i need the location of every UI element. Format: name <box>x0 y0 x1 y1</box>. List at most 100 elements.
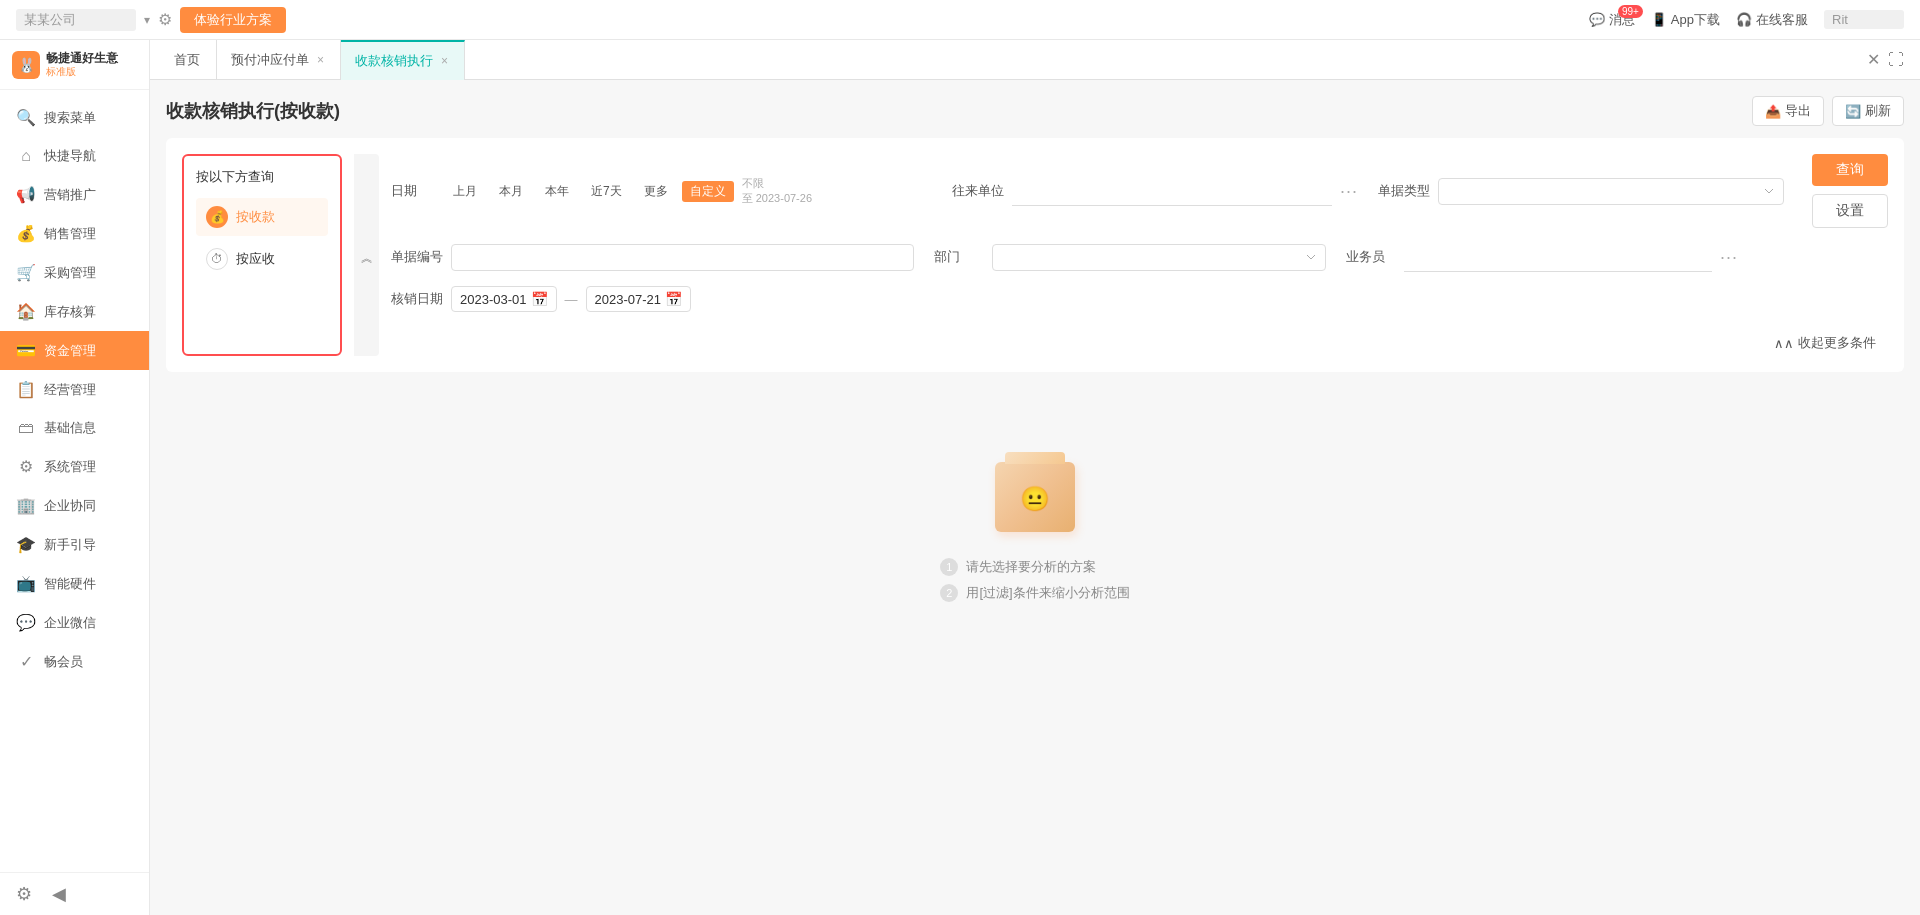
writeoff-date-range: 2023-03-01 📅 — 2023-07-21 📅 <box>451 286 691 312</box>
filter-panel: 按以下方查询 💰 按收款 ⏱ 按应收 《 <box>166 138 1904 372</box>
empty-face-icon: 😐 <box>1020 485 1050 513</box>
sidebar: 🐰 畅捷通好生意 标准版 🔍 搜索菜单 ⌂ 快捷导航 📢 营销推广 💰 <box>0 40 150 915</box>
sidebar-item-label: 经营管理 <box>44 381 96 399</box>
date-btn-7days[interactable]: 近7天 <box>583 180 630 203</box>
filter-option-receipt[interactable]: 💰 按收款 <box>196 198 328 236</box>
inventory-icon: 🏠 <box>16 302 36 321</box>
export-button[interactable]: 📤 导出 <box>1752 96 1824 126</box>
sidebar-item-search[interactable]: 🔍 搜索菜单 <box>0 98 149 137</box>
member-icon: ✓ <box>16 652 36 671</box>
sidebar-item-label: 资金管理 <box>44 342 96 360</box>
date-label: 日期 <box>391 182 441 200</box>
collapse-more-button[interactable]: ∧∧ 收起更多条件 <box>1762 330 1888 356</box>
top-bar-right: 💬 消息 99+ 📱 App下载 🎧 在线客服 Rit <box>1589 10 1904 29</box>
refresh-button[interactable]: 🔄 刷新 <box>1832 96 1904 126</box>
sidebar-item-hardware[interactable]: 📺 智能硬件 <box>0 564 149 603</box>
app-icon: 📱 <box>1651 12 1667 27</box>
tab-receipt-close[interactable]: × <box>439 52 450 70</box>
calendar-start-icon[interactable]: 📅 <box>531 291 548 307</box>
doctype-label: 单据类型 <box>1378 182 1430 200</box>
sidebar-item-system[interactable]: ⚙ 系统管理 <box>0 447 149 486</box>
calendar-end-icon[interactable]: 📅 <box>665 291 682 307</box>
company-dropdown-icon[interactable]: ▾ <box>144 13 150 27</box>
sidebar-item-enterprise[interactable]: 🏢 企业协同 <box>0 486 149 525</box>
sidebar-item-capital[interactable]: 💳 资金管理 <box>0 331 149 370</box>
message-badge: 99+ <box>1618 5 1643 18</box>
doctype-select[interactable] <box>1438 178 1784 205</box>
filter-option-receivable[interactable]: ⏱ 按应收 <box>196 240 328 278</box>
tab-prepay-close[interactable]: × <box>315 51 326 69</box>
app-label: App下载 <box>1671 11 1720 29</box>
tab-close-all-icon[interactable]: ✕ <box>1867 50 1880 69</box>
sidebar-item-shortcut[interactable]: ⌂ 快捷导航 <box>0 137 149 175</box>
sidebar-item-label: 新手引导 <box>44 536 96 554</box>
date-btn-this-year[interactable]: 本年 <box>537 180 577 203</box>
writeoff-date-start-input[interactable]: 2023-03-01 📅 <box>451 286 557 312</box>
doctype-filter-group: 单据类型 <box>1378 178 1784 205</box>
counterparty-more-icon[interactable]: ··· <box>1340 181 1358 202</box>
service-label: 在线客服 <box>1756 11 1808 29</box>
docno-input[interactable] <box>451 244 914 271</box>
enterprise-icon: 🏢 <box>16 496 36 515</box>
sidebar-item-label: 库存核算 <box>44 303 96 321</box>
dept-select[interactable] <box>992 244 1326 271</box>
filter-collapse-button[interactable]: 《 <box>354 154 379 356</box>
writeoff-date-end-input[interactable]: 2023-07-21 📅 <box>586 286 692 312</box>
hint-num-1: 1 <box>940 558 958 576</box>
footer-settings-icon[interactable]: ⚙ <box>16 883 32 905</box>
app-download-button[interactable]: 📱 App下载 <box>1651 11 1720 29</box>
staff-more-icon[interactable]: ··· <box>1720 247 1738 268</box>
page-title: 收款核销执行(按收款) <box>166 99 340 123</box>
tab-home[interactable]: 首页 <box>158 40 217 80</box>
sidebar-item-inventory[interactable]: 🏠 库存核算 <box>0 292 149 331</box>
date-range-separator: — <box>565 292 578 307</box>
sidebar-item-label: 快捷导航 <box>44 147 96 165</box>
service-button[interactable]: 🎧 在线客服 <box>1736 11 1808 29</box>
page-header: 收款核销执行(按收款) 📤 导出 🔄 刷新 <box>166 96 1904 126</box>
staff-label: 业务员 <box>1346 248 1396 266</box>
date-btn-custom[interactable]: 自定义 <box>682 181 734 202</box>
sidebar-item-label: 系统管理 <box>44 458 96 476</box>
tab-expand-icon[interactable]: ⛶ <box>1888 51 1904 69</box>
sidebar-item-guide[interactable]: 🎓 新手引导 <box>0 525 149 564</box>
sidebar-item-wechat[interactable]: 💬 企业微信 <box>0 603 149 642</box>
date-to-text: 至 2023-07-26 <box>742 191 812 206</box>
sidebar-item-label: 企业微信 <box>44 614 96 632</box>
sidebar-collapse-icon[interactable]: ◀ <box>52 883 66 905</box>
company-selector[interactable]: 某某公司 <box>16 9 136 31</box>
sidebar-item-purchase[interactable]: 🛒 采购管理 <box>0 253 149 292</box>
hardware-icon: 📺 <box>16 574 36 593</box>
top-bar: 某某公司 ▾ ⚙ 体验行业方案 💬 消息 99+ 📱 App下载 🎧 在线客服 … <box>0 0 1920 40</box>
sidebar-item-label: 销售管理 <box>44 225 96 243</box>
chevron-up-icon: ∧∧ <box>1774 336 1794 351</box>
sidebar-item-sales[interactable]: 💰 销售管理 <box>0 214 149 253</box>
query-button[interactable]: 查询 <box>1812 154 1888 186</box>
sidebar-item-marketing[interactable]: 📢 营销推广 <box>0 175 149 214</box>
tab-receipt[interactable]: 收款核销执行 × <box>341 40 465 80</box>
receipt-option-icon: 💰 <box>206 206 228 228</box>
date-quick-buttons: 上月 本月 本年 近7天 更多 自定义 <box>445 180 734 203</box>
date-btn-more[interactable]: 更多 <box>636 180 676 203</box>
sidebar-item-operation[interactable]: 📋 经营管理 <box>0 370 149 409</box>
date-btn-this-month[interactable]: 本月 <box>491 180 531 203</box>
date-btn-last-month[interactable]: 上月 <box>445 180 485 203</box>
message-icon: 💬 <box>1589 12 1605 27</box>
main-layout: 🐰 畅捷通好生意 标准版 🔍 搜索菜单 ⌂ 快捷导航 📢 营销推广 💰 <box>0 40 1920 915</box>
solution-button[interactable]: 体验行业方案 <box>180 7 286 33</box>
hint-text-1: 请先选择要分析的方案 <box>966 558 1096 576</box>
empty-hints: 1 请先选择要分析的方案 2 用[过滤]条件来缩小分析范围 <box>940 558 1129 602</box>
collapse-more-label: 收起更多条件 <box>1798 334 1876 352</box>
message-button[interactable]: 💬 消息 99+ <box>1589 11 1635 29</box>
tab-prepay[interactable]: 预付冲应付单 × <box>217 40 341 80</box>
settings-icon[interactable]: ⚙ <box>158 10 172 29</box>
filter-fields: 日期 上月 本月 本年 近7天 更多 自定义 不限 至 <box>391 154 1888 356</box>
filter-type-selector: 按以下方查询 💰 按收款 ⏱ 按应收 <box>182 154 342 356</box>
user-menu[interactable]: Rit <box>1824 10 1904 29</box>
home-icon: ⌂ <box>16 147 36 165</box>
sidebar-item-member[interactable]: ✓ 畅会员 <box>0 642 149 681</box>
sidebar-item-basic[interactable]: 🗃 基础信息 <box>0 409 149 447</box>
tab-bar-actions: ✕ ⛶ <box>1867 50 1912 69</box>
setting-button[interactable]: 设置 <box>1812 194 1888 228</box>
receivable-option-icon: ⏱ <box>206 248 228 270</box>
sidebar-item-label: 搜索菜单 <box>44 109 96 127</box>
